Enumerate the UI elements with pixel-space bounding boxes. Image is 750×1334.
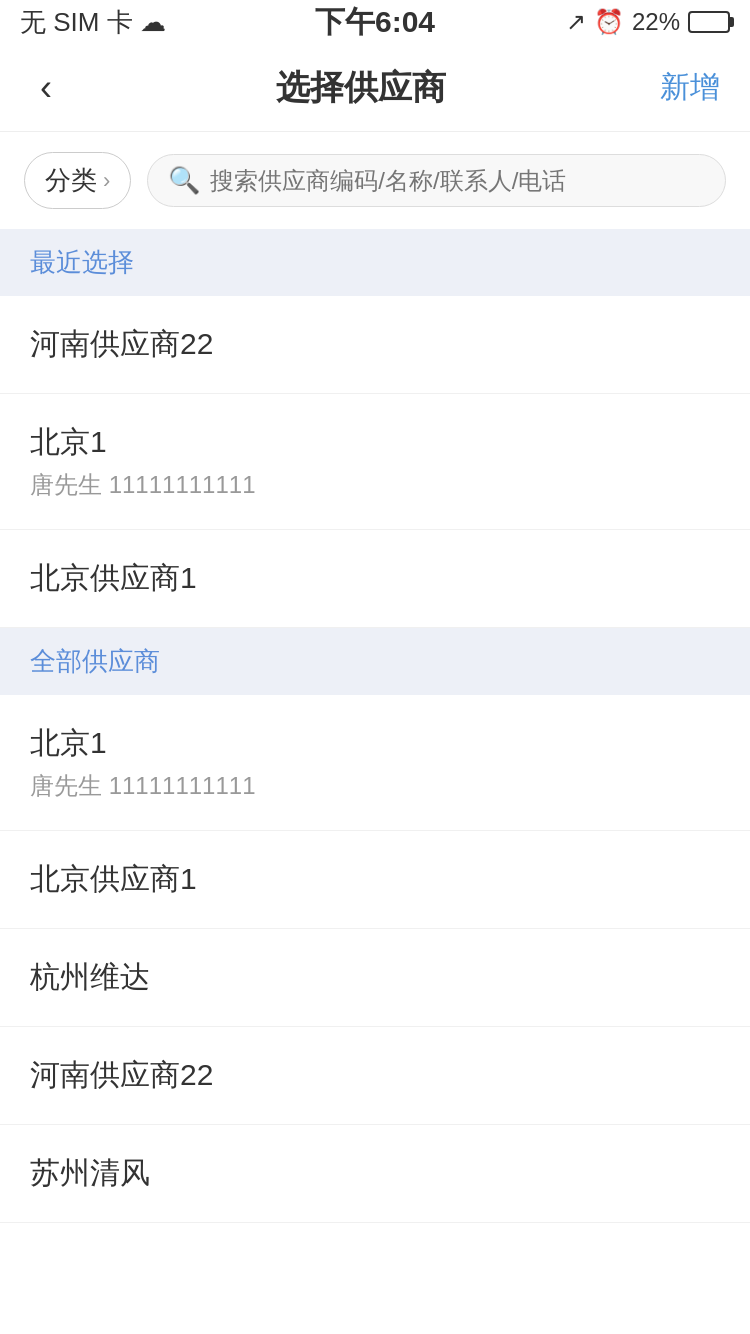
status-left: 无 SIM 卡 ☁ xyxy=(20,5,166,40)
item-name: 北京1 xyxy=(30,422,720,463)
list-item[interactable]: 北京1 唐先生 11111111111 xyxy=(0,695,750,831)
chevron-right-icon: › xyxy=(103,168,110,194)
list-item[interactable]: 北京1 唐先生 11111111111 xyxy=(0,394,750,530)
list-item[interactable]: 北京供应商1 xyxy=(0,831,750,929)
all-list: 北京1 唐先生 11111111111 北京供应商1 杭州维达河南供应商22 苏州清风 xyxy=(0,695,750,1223)
item-name: 河南供应商22 xyxy=(30,324,720,365)
location-icon: ↗ xyxy=(566,8,586,36)
recent-section-label: 最近选择 xyxy=(30,247,134,277)
filter-bar: 分类 › 🔍 xyxy=(0,132,750,229)
add-button[interactable]: 新增 xyxy=(660,67,720,108)
search-icon: 🔍 xyxy=(168,165,200,196)
item-name: 杭州维达 xyxy=(30,957,720,998)
nav-bar: ‹ 选择供应商 新增 xyxy=(0,44,750,132)
page-title: 选择供应商 xyxy=(276,65,446,111)
status-bar: 无 SIM 卡 ☁ 下午6:04 ↗ ⏰ 22% xyxy=(0,0,750,44)
list-item[interactable]: 苏州清风 xyxy=(0,1125,750,1223)
item-sub: 唐先生 11111111111 xyxy=(30,469,720,501)
item-name: 北京1 xyxy=(30,723,720,764)
list-item[interactable]: 杭州维达 xyxy=(0,929,750,1027)
item-name: 北京供应商1 xyxy=(30,558,720,599)
back-button[interactable]: ‹ xyxy=(30,57,62,119)
signal-text: 无 SIM 卡 ☁ xyxy=(20,5,166,40)
search-box: 🔍 xyxy=(147,154,726,207)
item-name: 北京供应商1 xyxy=(30,859,720,900)
all-section-label: 全部供应商 xyxy=(30,646,160,676)
status-time: 下午6:04 xyxy=(315,2,435,43)
list-item[interactable]: 北京供应商1 xyxy=(0,530,750,628)
item-sub: 唐先生 11111111111 xyxy=(30,770,720,802)
list-item[interactable]: 河南供应商22 xyxy=(0,1027,750,1125)
battery-percent: 22% xyxy=(632,8,680,36)
category-button[interactable]: 分类 › xyxy=(24,152,131,209)
alarm-icon: ⏰ xyxy=(594,8,624,36)
item-name: 苏州清风 xyxy=(30,1153,720,1194)
search-input[interactable] xyxy=(210,167,705,195)
battery-icon xyxy=(688,11,730,33)
all-section-header: 全部供应商 xyxy=(0,628,750,695)
status-right: ↗ ⏰ 22% xyxy=(566,8,730,36)
recent-section-header: 最近选择 xyxy=(0,229,750,296)
recent-list: 河南供应商22 北京1 唐先生 11111111111 北京供应商1 xyxy=(0,296,750,628)
list-item[interactable]: 河南供应商22 xyxy=(0,296,750,394)
item-name: 河南供应商22 xyxy=(30,1055,720,1096)
category-label: 分类 xyxy=(45,163,97,198)
